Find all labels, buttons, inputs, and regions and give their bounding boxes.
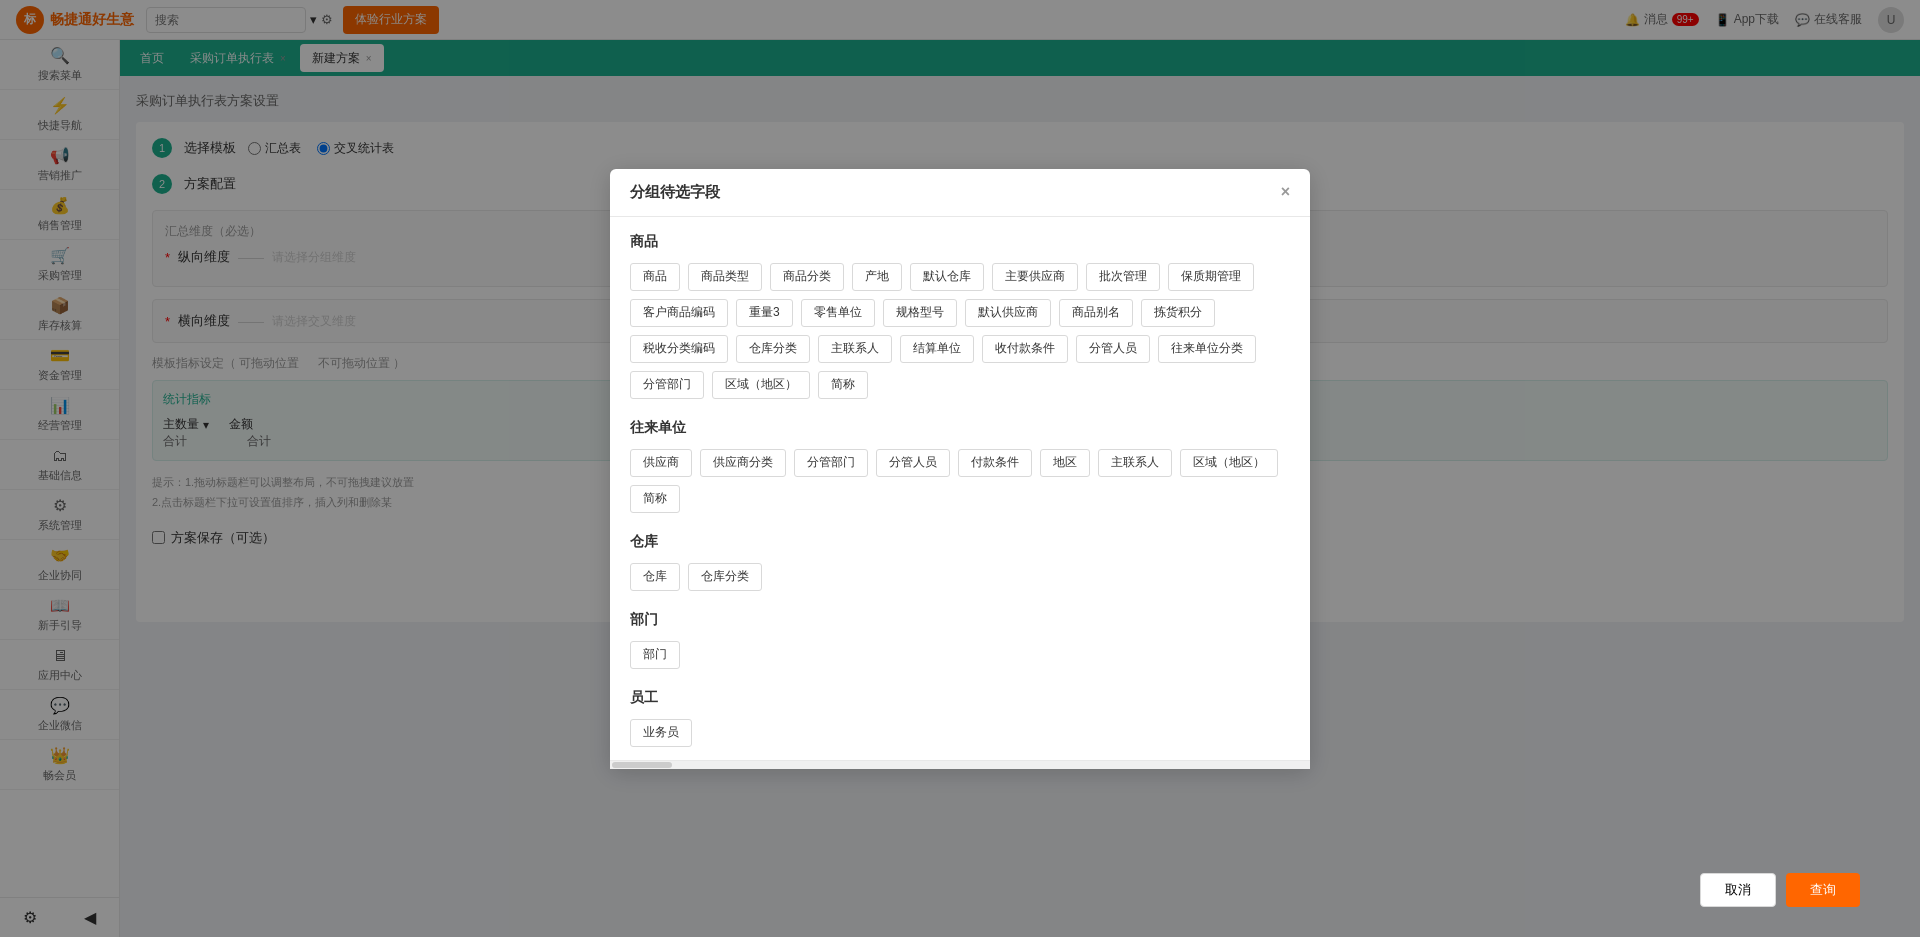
tag-customer-code[interactable]: 客户商品编码 (630, 299, 728, 327)
section-department-tags: 部门 (630, 641, 1290, 669)
tag-region-partner[interactable]: 地区 (1040, 449, 1090, 477)
tag-default-warehouse[interactable]: 默认仓库 (910, 263, 984, 291)
section-warehouse-title: 仓库 (630, 533, 1290, 551)
tag-product-category[interactable]: 商品分类 (770, 263, 844, 291)
tag-department[interactable]: 部门 (630, 641, 680, 669)
confirm-button[interactable]: 查询 (1786, 873, 1860, 907)
section-product-title: 商品 (630, 233, 1290, 251)
tag-main-contact-partner[interactable]: 主联系人 (1098, 449, 1172, 477)
section-partner-tags: 供应商 供应商分类 分管部门 分管人员 付款条件 地区 主联系人 区域（地区） … (630, 449, 1290, 513)
tag-payment-terms[interactable]: 收付款条件 (982, 335, 1068, 363)
tag-short-name-partner[interactable]: 简称 (630, 485, 680, 513)
tag-default-supplier[interactable]: 默认供应商 (965, 299, 1051, 327)
tag-dept-partner[interactable]: 分管部门 (794, 449, 868, 477)
tag-region-product[interactable]: 区域（地区） (712, 371, 810, 399)
tag-supervisor-partner[interactable]: 分管人员 (876, 449, 950, 477)
tag-pick-points[interactable]: 拣货积分 (1141, 299, 1215, 327)
tag-supervisor-dept[interactable]: 分管部门 (630, 371, 704, 399)
tag-warehouse[interactable]: 仓库 (630, 563, 680, 591)
tag-spec-model[interactable]: 规格型号 (883, 299, 957, 327)
tag-main-supplier[interactable]: 主要供应商 (992, 263, 1078, 291)
tag-retail-unit[interactable]: 零售单位 (801, 299, 875, 327)
section-department: 部门 部门 (630, 611, 1290, 669)
tag-payment-terms-partner[interactable]: 付款条件 (958, 449, 1032, 477)
tag-shelf-life[interactable]: 保质期管理 (1168, 263, 1254, 291)
tag-supervisor[interactable]: 分管人员 (1076, 335, 1150, 363)
tag-product-type[interactable]: 商品类型 (688, 263, 762, 291)
section-product: 商品 商品 商品类型 商品分类 产地 默认仓库 主要供应商 批次管理 保质期管理… (630, 233, 1290, 399)
section-warehouse-tags: 仓库 仓库分类 (630, 563, 1290, 591)
section-product-tags: 商品 商品类型 商品分类 产地 默认仓库 主要供应商 批次管理 保质期管理 客户… (630, 263, 1290, 399)
tag-supplier[interactable]: 供应商 (630, 449, 692, 477)
tag-main-contact[interactable]: 主联系人 (818, 335, 892, 363)
modal-overlay: 分组待选字段 × 商品 商品 商品类型 商品分类 产地 默认仓库 主要供应商 批… (0, 0, 1920, 937)
section-warehouse: 仓库 仓库 仓库分类 (630, 533, 1290, 591)
tag-origin[interactable]: 产地 (852, 263, 902, 291)
section-partner: 往来单位 供应商 供应商分类 分管部门 分管人员 付款条件 地区 主联系人 区域… (630, 419, 1290, 513)
tag-product[interactable]: 商品 (630, 263, 680, 291)
modal-hscroll-thumb (612, 762, 672, 768)
tag-area-partner[interactable]: 区域（地区） (1180, 449, 1278, 477)
modal-footer: 取消 查询 (1700, 873, 1860, 907)
tag-short-name-product[interactable]: 简称 (818, 371, 868, 399)
tag-tax-code[interactable]: 税收分类编码 (630, 335, 728, 363)
tag-product-alias[interactable]: 商品别名 (1059, 299, 1133, 327)
section-department-title: 部门 (630, 611, 1290, 629)
section-staff-title: 员工 (630, 689, 1290, 707)
modal-close-button[interactable]: × (1281, 183, 1290, 201)
modal-header: 分组待选字段 × (610, 169, 1310, 217)
tag-settlement-unit[interactable]: 结算单位 (900, 335, 974, 363)
tag-partner-category[interactable]: 往来单位分类 (1158, 335, 1256, 363)
tag-supplier-category[interactable]: 供应商分类 (700, 449, 786, 477)
modal-title: 分组待选字段 (630, 183, 720, 202)
tag-weight3[interactable]: 重量3 (736, 299, 793, 327)
modal-dialog: 分组待选字段 × 商品 商品 商品类型 商品分类 产地 默认仓库 主要供应商 批… (610, 169, 1310, 769)
cancel-button[interactable]: 取消 (1700, 873, 1776, 907)
modal-hscrollbar[interactable] (610, 760, 1310, 768)
section-staff-tags: 业务员 (630, 719, 1290, 747)
section-partner-title: 往来单位 (630, 419, 1290, 437)
tag-warehouse-cat[interactable]: 仓库分类 (688, 563, 762, 591)
modal-body[interactable]: 商品 商品 商品类型 商品分类 产地 默认仓库 主要供应商 批次管理 保质期管理… (610, 217, 1310, 761)
tag-salesperson[interactable]: 业务员 (630, 719, 692, 747)
section-staff: 员工 业务员 (630, 689, 1290, 747)
tag-warehouse-category[interactable]: 仓库分类 (736, 335, 810, 363)
tag-batch-mgmt[interactable]: 批次管理 (1086, 263, 1160, 291)
